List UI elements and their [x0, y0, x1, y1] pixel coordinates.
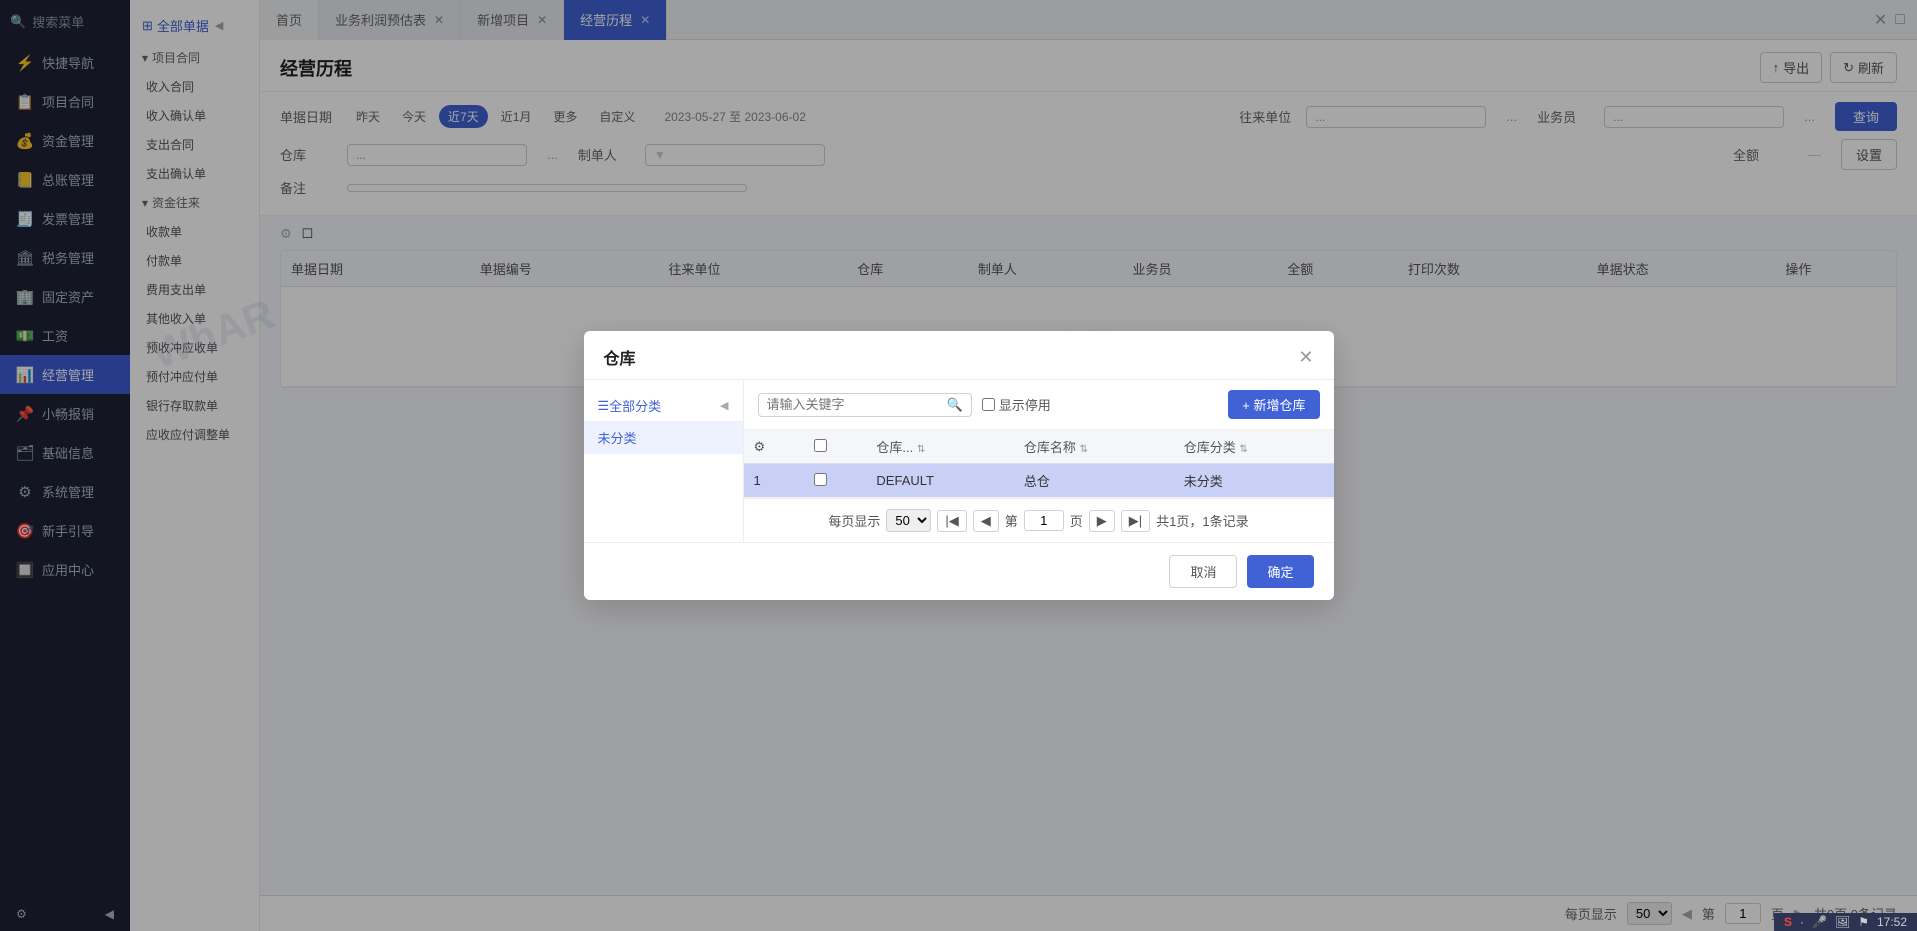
dialog-footer: 取消 确定: [584, 542, 1334, 600]
col-warehouse-name[interactable]: 仓库名称 ⇅: [1014, 430, 1174, 464]
dialog-title: 仓库: [604, 345, 636, 369]
show-disabled-checkbox[interactable]: [982, 398, 995, 411]
next-page-btn[interactable]: ▶: [1089, 510, 1115, 532]
all-category-icon: ☰: [598, 398, 610, 414]
page-label-dialog: 第: [1005, 511, 1018, 530]
cancel-button[interactable]: 取消: [1169, 555, 1237, 588]
total-text-dialog: 共1页，1条记录: [1156, 511, 1248, 530]
confirm-button[interactable]: 确定: [1247, 555, 1313, 588]
dialog-search-input[interactable]: [767, 397, 947, 412]
warehouse-dialog: 仓库 ✕ ☰ 全部分类 ◀ 未分类 🔍: [584, 331, 1334, 600]
dialog-body: ☰ 全部分类 ◀ 未分类 🔍 显示停用: [584, 380, 1334, 542]
tray-icon-s: S: [1784, 915, 1792, 929]
dialog-left-collapse[interactable]: ◀: [720, 399, 728, 412]
system-tray: S · 🎤 🖼 ⚑ 17:52: [1774, 913, 1917, 931]
per-page-select-dialog[interactable]: 50: [886, 509, 931, 532]
col-warehouse-code[interactable]: 仓库... ⇅: [866, 430, 1013, 464]
dialog-right-panel: 🔍 显示停用 + 新增仓库 ⚙: [744, 380, 1334, 542]
dialog-header: 仓库 ✕: [584, 331, 1334, 380]
system-time: 17:52: [1877, 915, 1907, 929]
tray-icon-flag: ⚑: [1858, 915, 1869, 929]
show-disabled-label[interactable]: 显示停用: [982, 395, 1051, 414]
dialog-close-button[interactable]: ✕: [1298, 347, 1313, 368]
sort-icon-3: ⇅: [1239, 444, 1247, 455]
page-suffix-dialog: 页: [1070, 511, 1083, 530]
table-row[interactable]: 1 DEFAULT 总仓 未分类: [744, 464, 1334, 498]
tray-icon-img: 🖼: [1835, 915, 1850, 929]
row-name: 总仓: [1014, 464, 1174, 498]
gear-icon-2[interactable]: ⚙: [754, 439, 766, 454]
row-code: DEFAULT: [866, 464, 1013, 498]
prev-page-btn[interactable]: ◀: [973, 510, 999, 532]
row-category: 未分类: [1174, 464, 1334, 498]
dialog-table-wrapper: ⚙ 仓库... ⇅ 仓库名称 ⇅: [744, 430, 1334, 498]
dialog-search-box: 🔍: [758, 393, 972, 417]
sort-icon-2: ⇅: [1080, 444, 1088, 455]
dialog-left-header[interactable]: ☰ 全部分类 ◀: [584, 390, 743, 421]
page-input-dialog[interactable]: [1024, 510, 1064, 531]
tray-icon-mic: 🎤: [1812, 915, 1827, 929]
row-check[interactable]: [814, 473, 827, 486]
tray-icon-dot: ·: [1800, 915, 1804, 929]
dialog-pagination: 每页显示 50 |◀ ◀ 第 页 ▶ ▶| 共1页，1条记录: [744, 498, 1334, 542]
first-page-btn[interactable]: |◀: [937, 510, 966, 532]
dialog-left-uncategorized[interactable]: 未分类: [584, 421, 743, 454]
dialog-search-icon[interactable]: 🔍: [947, 397, 963, 413]
row-seq: 1: [744, 464, 804, 498]
col-checkbox: [804, 430, 867, 464]
row-checkbox: [804, 464, 867, 498]
sort-icon: ⇅: [917, 444, 925, 455]
dialog-overlay: 仓库 ✕ ☰ 全部分类 ◀ 未分类 🔍: [0, 0, 1917, 931]
select-all-checkbox[interactable]: [814, 439, 827, 452]
col-gear: ⚙: [744, 430, 804, 464]
dialog-toolbar: 🔍 显示停用 + 新增仓库: [744, 380, 1334, 430]
last-page-btn[interactable]: ▶|: [1121, 510, 1150, 532]
per-page-label-dialog: 每页显示: [828, 511, 880, 530]
dialog-table: ⚙ 仓库... ⇅ 仓库名称 ⇅: [744, 430, 1334, 498]
col-warehouse-category[interactable]: 仓库分类 ⇅: [1174, 430, 1334, 464]
dialog-left-panel: ☰ 全部分类 ◀ 未分类: [584, 380, 744, 542]
add-warehouse-button[interactable]: + 新增仓库: [1228, 390, 1319, 419]
